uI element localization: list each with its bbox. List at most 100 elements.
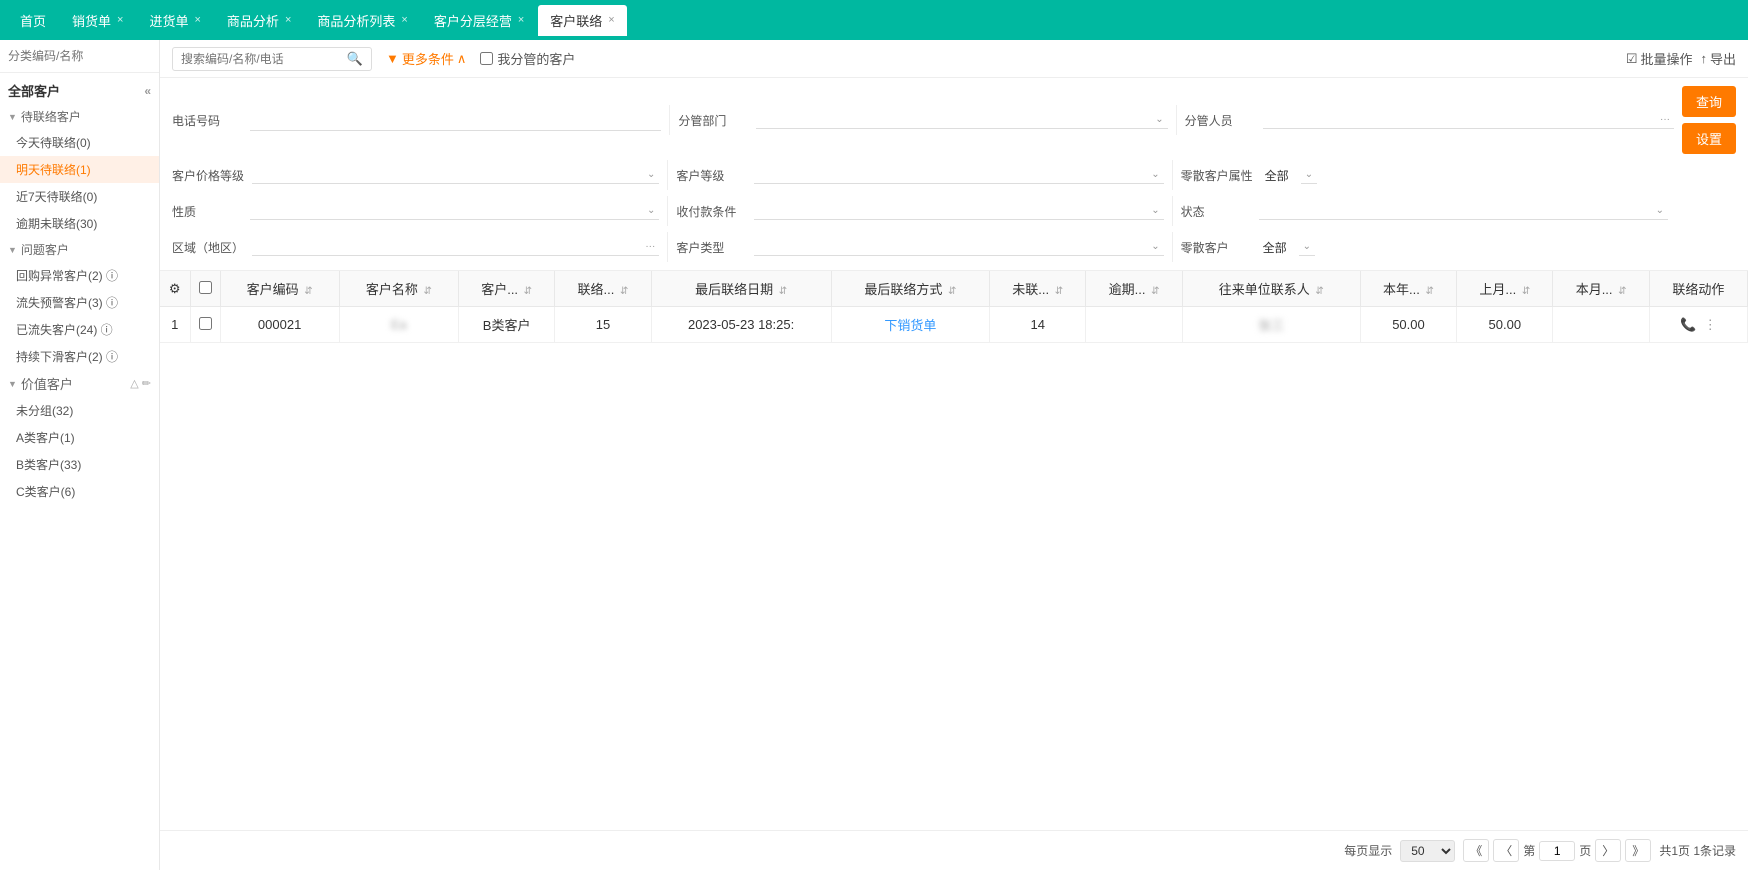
sidebar-item-7days[interactable]: 近7天待联络(0)	[0, 183, 159, 210]
close-customer-segmentation-icon[interactable]: ×	[518, 14, 524, 26]
nav-sales-order[interactable]: 销货单 ×	[60, 5, 135, 36]
more-conditions-btn[interactable]: ▼ 更多条件 ∧	[380, 46, 472, 71]
td-checkbox[interactable]	[190, 307, 220, 343]
sidebar-item-declining[interactable]: 持续下滑客户(2) ⓘ	[0, 343, 159, 370]
td-last-contact-date: 2023-05-23 18:25:	[651, 307, 831, 343]
close-sales-order-icon[interactable]: ×	[117, 14, 123, 26]
nav-customer-segmentation[interactable]: 客户分层经营 ×	[422, 5, 536, 36]
close-customer-contact-icon[interactable]: ×	[608, 14, 614, 26]
price-level-select[interactable]: ⌄	[252, 166, 659, 184]
setting-btn[interactable]: 设置	[1682, 123, 1736, 154]
retail-customer-label: 零散客户	[1181, 239, 1251, 256]
page-size-label: 每页显示	[1344, 842, 1392, 859]
td-last-month: 50.00	[1457, 307, 1553, 343]
sidebar-item-a-class[interactable]: A类客户(1)	[0, 424, 159, 451]
batch-op-btn[interactable]: ☑ 批量操作	[1626, 49, 1693, 68]
page-number-input[interactable]	[1539, 841, 1575, 861]
sub-dept-select[interactable]: ⌄	[756, 111, 1167, 129]
filter-row-2: 客户价格等级 ⌄ 客户等级 ⌄ 零散客户属性 全部	[172, 160, 1736, 190]
region-select[interactable]: ···	[252, 238, 659, 256]
sub-person-select[interactable]: ···	[1263, 111, 1674, 129]
my-customers-checkbox[interactable]	[480, 52, 493, 65]
export-btn[interactable]: ↑ 导出	[1700, 49, 1736, 68]
retail-customer-select[interactable]: ⌄	[1299, 238, 1315, 256]
sidebar-item-churned[interactable]: 已流失客户(24) ⓘ	[0, 316, 159, 343]
retail-attr-label: 零散客户属性	[1181, 167, 1253, 184]
nav-customer-contact[interactable]: 客户联络 ×	[538, 5, 626, 36]
page-size-select[interactable]: 50 20 100	[1400, 840, 1455, 862]
last-contact-type-link[interactable]: 下销货单	[884, 318, 936, 333]
th-customer-code: 客户编码 ⇵	[220, 271, 339, 307]
retail-attr-select[interactable]: ⌄	[1301, 166, 1317, 184]
sidebar-item-abnormal[interactable]: 回购异常客户(2) ⓘ	[0, 262, 159, 289]
sidebar-group-pending-contact[interactable]: 待联络客户	[0, 104, 159, 129]
payment-select[interactable]: ⌄	[754, 202, 1163, 220]
next-page-btn[interactable]: 〉	[1595, 839, 1621, 862]
th-checkbox[interactable]	[190, 271, 220, 307]
search-input[interactable]	[181, 52, 343, 66]
last-page-btn[interactable]: 》	[1625, 839, 1651, 862]
nav-purchase-order[interactable]: 进货单 ×	[137, 5, 212, 36]
td-overdue	[1086, 307, 1182, 343]
td-actions: 📞 ⋮	[1649, 307, 1747, 343]
nav-product-analysis-list[interactable]: 商品分析列表 ×	[305, 5, 419, 36]
close-purchase-order-icon[interactable]: ×	[194, 14, 200, 26]
sidebar-item-today[interactable]: 今天待联络(0)	[0, 129, 159, 156]
th-this-month: 本月... ⇵	[1553, 271, 1649, 307]
sidebar-group-value[interactable]: 价值客户 △ ✏	[0, 370, 159, 397]
th-last-month: 上月... ⇵	[1457, 271, 1553, 307]
prev-page-btn[interactable]: 〈	[1493, 839, 1519, 862]
my-customers-checkbox-label[interactable]: 我分管的客户	[480, 49, 575, 68]
th-last-contact-type: 最后联络方式 ⇵	[831, 271, 989, 307]
sidebar-group-problem[interactable]: 问题客户	[0, 237, 159, 262]
td-name: Ea	[339, 307, 458, 343]
top-nav: 首页 销货单 × 进货单 × 商品分析 × 商品分析列表 × 客户分层经营 × …	[0, 0, 1748, 40]
all-customers-title: 全部客户 «	[0, 73, 159, 104]
row-checkbox[interactable]	[199, 317, 212, 330]
th-contact-action: 联络动作	[1649, 271, 1747, 307]
close-product-analysis-list-icon[interactable]: ×	[401, 14, 407, 26]
td-unlinked: 14	[990, 307, 1086, 343]
filter-field-nature: 性质 ⌄	[172, 202, 659, 220]
close-product-analysis-icon[interactable]: ×	[285, 14, 291, 26]
action-more-icon[interactable]: ⋮	[1704, 317, 1717, 332]
sidebar-search-input[interactable]	[8, 49, 160, 63]
filter-icon: ▼	[386, 51, 399, 66]
filter-row-3: 性质 ⌄ 收付款条件 ⌄ 状态 ⌄	[172, 196, 1736, 226]
sidebar-item-ungrouped[interactable]: 未分组(32)	[0, 397, 159, 424]
th-customer-type: 客户... ⇵	[458, 271, 554, 307]
customer-level-select[interactable]: ⌄	[754, 166, 1163, 184]
nature-select[interactable]: ⌄	[250, 202, 659, 220]
nav-product-analysis[interactable]: 商品分析 ×	[215, 5, 303, 36]
pagination-bar: 每页显示 50 20 100 《 〈 第 页 〉 》 共1页 1条记录	[160, 830, 1748, 870]
action-phone-icon[interactable]: 📞	[1680, 317, 1696, 332]
filter-row-4: 区域（地区） ··· 客户类型 ⌄ 零散客户 全部	[172, 232, 1736, 262]
status-label: 状态	[1181, 203, 1251, 220]
td-this-year: 50.00	[1360, 307, 1456, 343]
price-level-label: 客户价格等级	[172, 167, 244, 184]
sub-dept-label: 分管部门	[678, 112, 748, 129]
sub-person-label: 分管人员	[1185, 112, 1255, 129]
sidebar-item-overdue[interactable]: 逾期未联络(30)	[0, 210, 159, 237]
phone-input[interactable]	[250, 110, 661, 131]
query-btn[interactable]: 查询	[1682, 86, 1736, 117]
checkbox-icon: ☑	[1626, 51, 1638, 67]
select-all-checkbox[interactable]	[199, 281, 212, 294]
sidebar-item-churn-warning[interactable]: 流失预警客户(3) ⓘ	[0, 289, 159, 316]
collapse-icon[interactable]: «	[144, 84, 151, 98]
page-info-label: 第	[1523, 842, 1535, 859]
customer-level-label: 客户等级	[676, 167, 746, 184]
sidebar-item-tomorrow[interactable]: 明天待联络(1)	[0, 156, 159, 183]
filter-row-1: 电话号码 分管部门 ⌄ 分管人员 ···	[172, 86, 1736, 154]
sidebar-item-c-class[interactable]: C类客户(6)	[0, 478, 159, 505]
customer-type-select[interactable]: ⌄	[754, 238, 1163, 256]
th-settings[interactable]: ⚙	[160, 271, 190, 307]
filter-field-price-level: 客户价格等级 ⌄	[172, 166, 659, 184]
nav-home[interactable]: 首页	[8, 5, 58, 36]
th-last-contact-date: 最后联络日期 ⇵	[651, 271, 831, 307]
search-icon[interactable]: 🔍	[347, 51, 363, 67]
status-select[interactable]: ⌄	[1259, 202, 1668, 220]
sidebar-item-b-class[interactable]: B类客户(33)	[0, 451, 159, 478]
td-row-no: 1	[160, 307, 190, 343]
first-page-btn[interactable]: 《	[1463, 839, 1489, 862]
